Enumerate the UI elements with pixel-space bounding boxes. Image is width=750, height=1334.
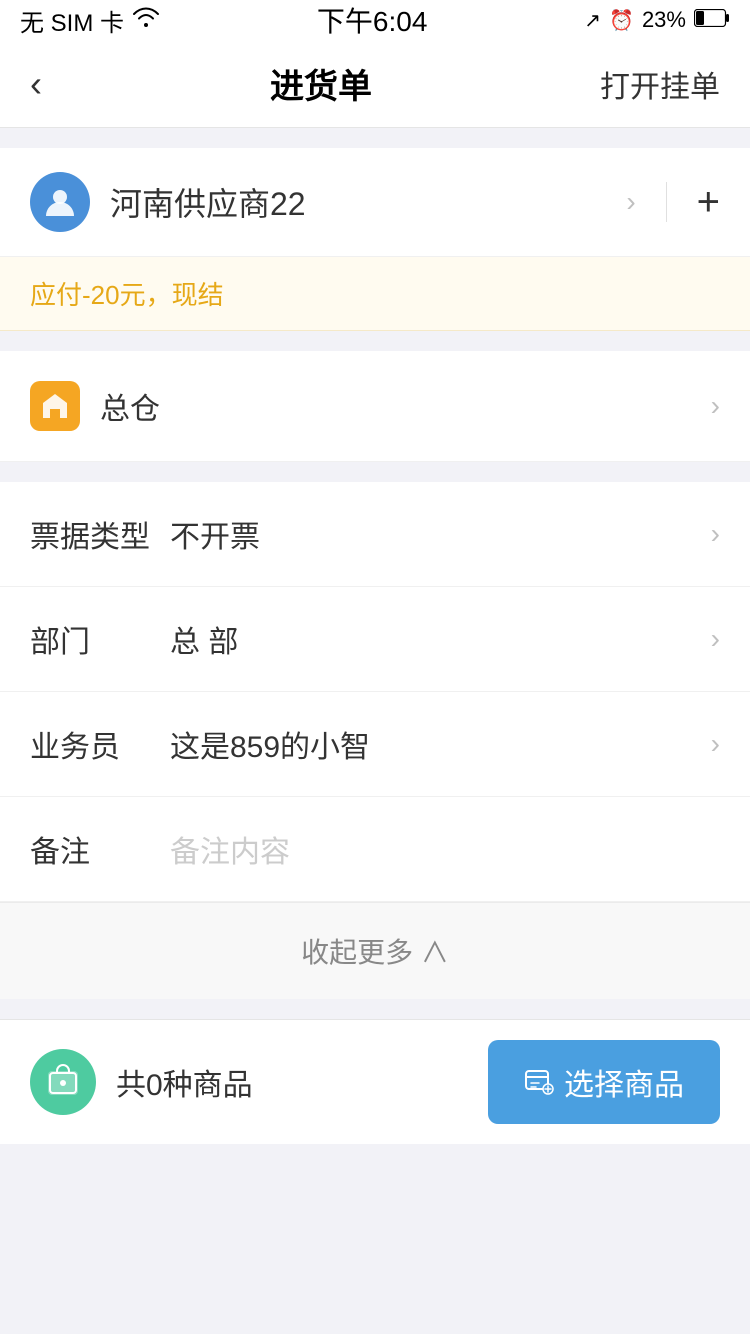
- product-count-label: 共0种商品: [116, 1060, 488, 1104]
- open-pending-button[interactable]: 打开挂单: [600, 62, 720, 106]
- department-label: 部门: [30, 617, 170, 661]
- remark-label: 备注: [30, 827, 170, 871]
- department-chevron-icon: ›: [711, 623, 720, 655]
- battery-icon: [694, 6, 730, 34]
- nav-bar: ‹ 进货单 打开挂单: [0, 40, 750, 128]
- page-content: 河南供应商22 › + 应付-20元，现结 总仓 ›: [0, 128, 750, 1334]
- status-left: 无 SIM 卡: [20, 3, 160, 38]
- carrier-text: 无 SIM 卡: [20, 3, 124, 38]
- salesperson-label: 业务员: [30, 722, 170, 766]
- supplier-avatar: [30, 172, 90, 232]
- warehouse-row[interactable]: 总仓 ›: [0, 351, 750, 462]
- page-title: 进货单: [270, 59, 372, 108]
- salesperson-value: 这是859的小智: [170, 722, 711, 766]
- invoice-type-value: 不开票: [170, 512, 711, 556]
- department-row[interactable]: 部门 总 部 ›: [0, 587, 750, 692]
- supplier-name: 河南供应商22: [110, 179, 626, 225]
- battery-text: 23%: [642, 7, 686, 33]
- status-time: 下午6:04: [317, 0, 428, 40]
- section-gap-2: [0, 331, 750, 351]
- collapse-row[interactable]: 收起更多 ∧: [0, 902, 750, 999]
- salesperson-chevron-icon: ›: [711, 728, 720, 760]
- section-gap-1: [0, 128, 750, 148]
- vertical-divider: [666, 182, 667, 222]
- location-icon: ↗: [584, 8, 601, 33]
- warehouse-chevron-icon: ›: [711, 390, 720, 422]
- collapse-label: 收起更多 ∧: [301, 937, 449, 968]
- select-product-label: 选择商品: [564, 1060, 684, 1104]
- supplier-card: 河南供应商22 › + 应付-20元，现结: [0, 148, 750, 331]
- invoice-type-label: 票据类型: [30, 512, 170, 556]
- remark-row[interactable]: 备注 备注内容: [0, 797, 750, 902]
- status-bar: 无 SIM 卡 下午6:04 ↗ ⏰ 23%: [0, 0, 750, 40]
- supplier-notice-text: 应付-20元，现结: [30, 280, 224, 310]
- section-gap-3: [0, 462, 750, 482]
- warehouse-icon-bg: [30, 381, 80, 431]
- supplier-row[interactable]: 河南供应商22 › +: [0, 148, 750, 257]
- product-bar: 共0种商品 选择商品: [0, 1019, 750, 1144]
- alarm-icon: ⏰: [609, 8, 634, 33]
- department-value: 总 部: [170, 617, 711, 661]
- form-card: 票据类型 不开票 › 部门 总 部 › 业务员 这是859的小智 › 备注 备注…: [0, 482, 750, 999]
- back-button[interactable]: ‹: [30, 63, 42, 105]
- warehouse-card: 总仓 ›: [0, 351, 750, 462]
- select-product-button[interactable]: 选择商品: [488, 1040, 720, 1124]
- supplier-chevron-icon: ›: [626, 186, 635, 218]
- section-gap-4: [0, 999, 750, 1019]
- invoice-type-chevron-icon: ›: [711, 518, 720, 550]
- salesperson-row[interactable]: 业务员 这是859的小智 ›: [0, 692, 750, 797]
- remark-placeholder: 备注内容: [170, 827, 720, 871]
- product-bar-icon: [30, 1049, 96, 1115]
- status-right: ↗ ⏰ 23%: [584, 6, 730, 34]
- invoice-type-row[interactable]: 票据类型 不开票 ›: [0, 482, 750, 587]
- warehouse-label: 总仓: [100, 384, 711, 428]
- add-supplier-button[interactable]: +: [697, 180, 720, 225]
- supplier-notice-banner: 应付-20元，现结: [0, 257, 750, 331]
- wifi-icon: [132, 6, 160, 34]
